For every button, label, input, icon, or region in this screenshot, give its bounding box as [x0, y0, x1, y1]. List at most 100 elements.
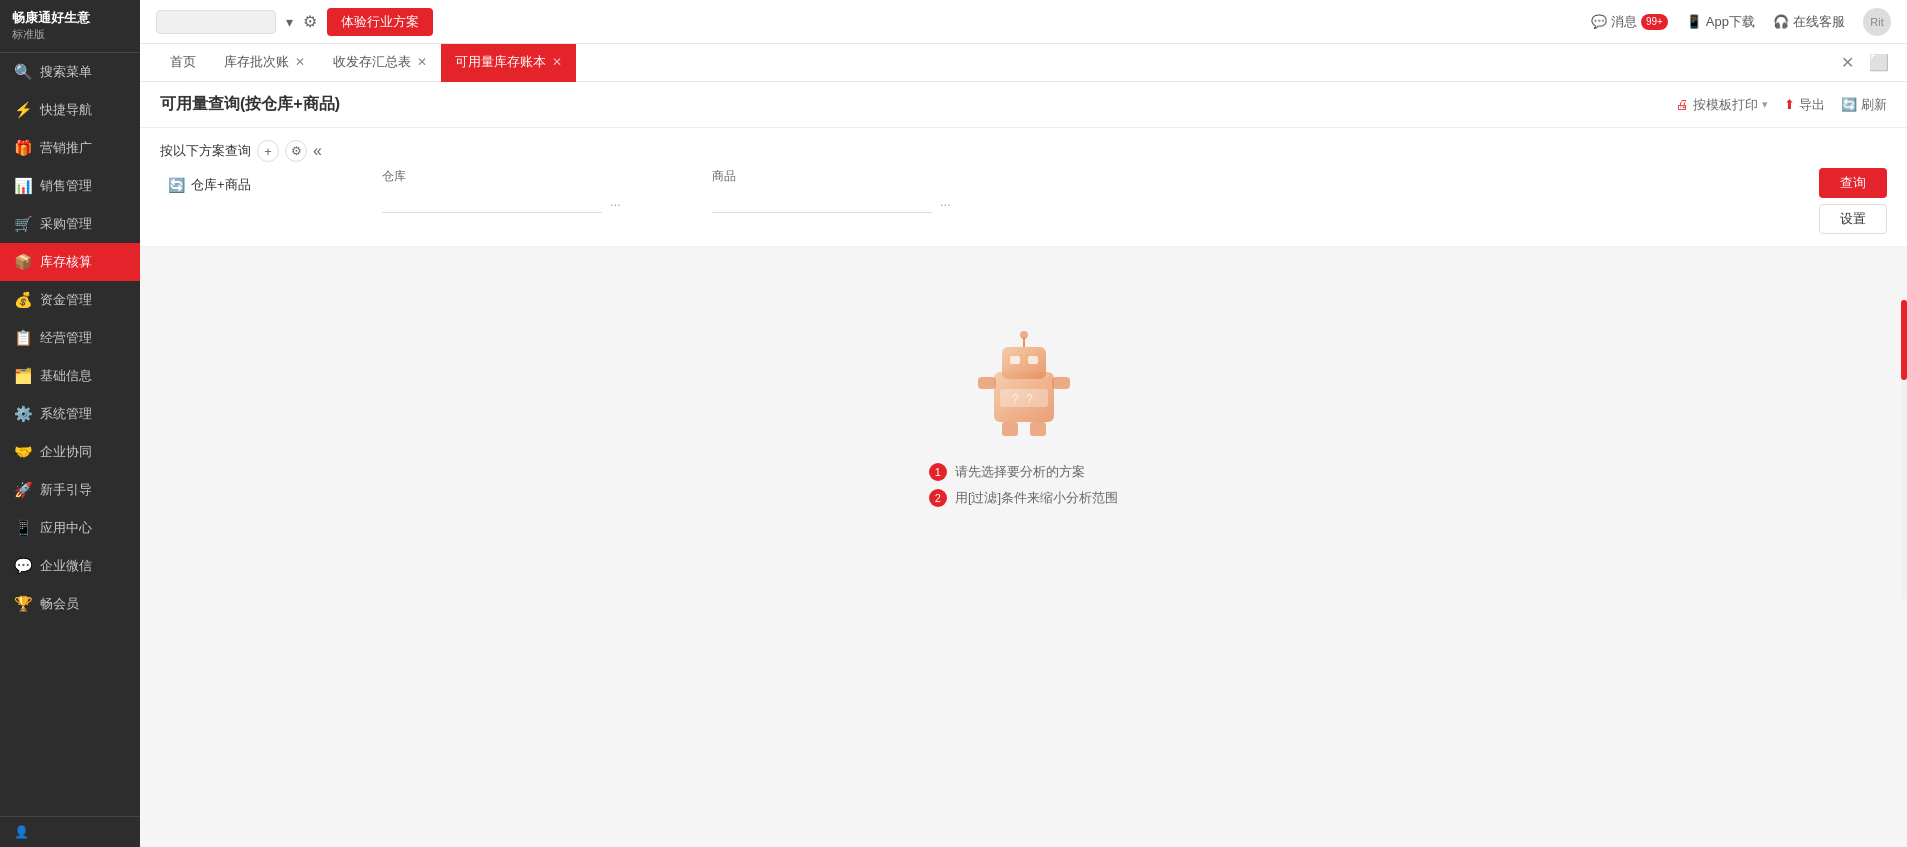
- dropdown-icon[interactable]: ▾: [286, 14, 293, 30]
- tab-available-ledger[interactable]: 可用量库存账本 ✕: [441, 44, 576, 82]
- sidebar-item-label: 快捷导航: [40, 101, 92, 119]
- message-icon: 💬: [1591, 14, 1607, 29]
- sidebar-item-inventory[interactable]: 📦 库存核算: [0, 243, 140, 281]
- app-version: 标准版: [12, 27, 128, 42]
- goods-label: 商品: [712, 168, 1012, 185]
- print-dropdown-icon[interactable]: ▾: [1762, 98, 1768, 111]
- tabs-bar: 首页 库存批次账 ✕ 收发存汇总表 ✕ 可用量库存账本 ✕ ✕ ⬜: [140, 44, 1907, 82]
- svg-rect-2: [1010, 356, 1020, 364]
- scrollbar-thumb[interactable]: [1901, 300, 1907, 380]
- message-badge: 99+: [1641, 14, 1668, 30]
- sidebar-item-marketing[interactable]: 🎁 营销推广: [0, 129, 140, 167]
- window-maximize-button[interactable]: ⬜: [1867, 51, 1891, 75]
- message-label: 消息: [1611, 13, 1637, 31]
- inventory-icon: 📦: [14, 253, 32, 271]
- page-title: 可用量查询(按仓库+商品): [160, 94, 340, 115]
- appstore-icon: 📱: [14, 519, 32, 537]
- app-download-button[interactable]: 📱 App下载: [1686, 13, 1755, 31]
- sidebar-item-basic[interactable]: 🗂️ 基础信息: [0, 357, 140, 395]
- export-button[interactable]: ⬆ 导出: [1784, 96, 1825, 114]
- tabs-window-buttons: ✕ ⬜: [1835, 51, 1891, 75]
- tab-receive-summary-close[interactable]: ✕: [417, 55, 427, 69]
- print-icon: 🖨: [1676, 97, 1689, 112]
- tab-receive-summary[interactable]: 收发存汇总表 ✕: [319, 44, 441, 82]
- phone-icon: 📱: [1686, 14, 1702, 29]
- scrollbar-track[interactable]: [1901, 300, 1907, 600]
- user-avatar[interactable]: Rit: [1863, 8, 1891, 36]
- print-button[interactable]: 🖨 按模板打印 ▾: [1676, 96, 1768, 114]
- warehouse-more-button[interactable]: ...: [610, 194, 621, 209]
- sidebar-item-label: 畅会员: [40, 595, 79, 613]
- tip-text-2: 用[过滤]条件来缩小分析范围: [955, 489, 1118, 507]
- sidebar-item-shortcut[interactable]: ⚡ 快捷导航: [0, 91, 140, 129]
- svg-rect-7: [1030, 422, 1046, 436]
- empty-tips: 1 请先选择要分析的方案 2 用[过滤]条件来缩小分析范围: [929, 463, 1118, 507]
- message-button[interactable]: 💬 消息 99+: [1591, 13, 1668, 31]
- sidebar-item-label: 资金管理: [40, 291, 92, 309]
- avatar-text: Rit: [1870, 16, 1883, 28]
- wechat-icon: 💬: [14, 557, 32, 575]
- sidebar-bottom[interactable]: 👤: [0, 816, 140, 847]
- filter-right-buttons: 查询 设置: [1819, 140, 1887, 234]
- sidebar-item-operations[interactable]: 📋 经营管理: [0, 319, 140, 357]
- sidebar-item-appstore[interactable]: 📱 应用中心: [0, 509, 140, 547]
- sidebar-item-member[interactable]: 🏆 畅会员: [0, 585, 140, 623]
- sidebar-item-purchase[interactable]: 🛒 采购管理: [0, 205, 140, 243]
- sidebar-item-sales[interactable]: 📊 销售管理: [0, 167, 140, 205]
- query-button[interactable]: 查询: [1819, 168, 1887, 198]
- purchase-icon: 🛒: [14, 215, 32, 233]
- online-service-button[interactable]: 🎧 在线客服: [1773, 13, 1845, 31]
- sidebar-item-label: 经营管理: [40, 329, 92, 347]
- sidebar-item-label: 企业协同: [40, 443, 92, 461]
- sidebar-item-finance[interactable]: 💰 资金管理: [0, 281, 140, 319]
- filter-warehouse-field: 仓库 ...: [382, 168, 682, 213]
- sidebar-item-label: 应用中心: [40, 519, 92, 537]
- filter-scheme-item[interactable]: 🔄 仓库+商品: [160, 172, 259, 198]
- basic-icon: 🗂️: [14, 367, 32, 385]
- tab-home[interactable]: 首页: [156, 44, 210, 82]
- tab-batch-ledger[interactable]: 库存批次账 ✕: [210, 44, 319, 82]
- filter-add-button[interactable]: +: [257, 140, 279, 162]
- newbie-icon: 🚀: [14, 481, 32, 499]
- sidebar-item-label: 库存核算: [40, 253, 92, 271]
- tab-batch-ledger-close[interactable]: ✕: [295, 55, 305, 69]
- scheme-icon: 🔄: [168, 177, 185, 193]
- goods-more-button[interactable]: ...: [940, 194, 951, 209]
- search-input[interactable]: [156, 10, 276, 34]
- system-icon: ⚙️: [14, 405, 32, 423]
- window-close-button[interactable]: ✕: [1835, 51, 1859, 75]
- sidebar-item-label: 采购管理: [40, 215, 92, 233]
- sidebar-item-system[interactable]: ⚙️ 系统管理: [0, 395, 140, 433]
- empty-tip-2: 2 用[过滤]条件来缩小分析范围: [929, 489, 1118, 507]
- sidebar-item-newbie[interactable]: 🚀 新手引导: [0, 471, 140, 509]
- content-area: 可用量查询(按仓库+商品) 🖨 按模板打印 ▾ ⬆ 导出 🔄 刷新: [140, 82, 1907, 847]
- sidebar-item-search[interactable]: 🔍 搜索菜单: [0, 53, 140, 91]
- tab-home-label: 首页: [170, 53, 196, 71]
- sidebar-item-enterprise[interactable]: 🤝 企业协同: [0, 433, 140, 471]
- trial-button[interactable]: 体验行业方案: [327, 8, 433, 36]
- warehouse-input[interactable]: [382, 189, 602, 213]
- sidebar-item-label: 基础信息: [40, 367, 92, 385]
- app-name: 畅康通好生意: [12, 10, 128, 27]
- tab-available-ledger-close[interactable]: ✕: [552, 55, 562, 69]
- sidebar-item-wechat[interactable]: 💬 企业微信: [0, 547, 140, 585]
- sales-icon: 📊: [14, 177, 32, 195]
- filter-collapse-button[interactable]: «: [313, 142, 322, 160]
- refresh-button[interactable]: 🔄 刷新: [1841, 96, 1887, 114]
- gear-icon[interactable]: ⚙: [303, 12, 317, 31]
- tab-available-ledger-label: 可用量库存账本: [455, 53, 546, 71]
- tab-receive-summary-label: 收发存汇总表: [333, 53, 411, 71]
- svg-text:?: ?: [1026, 392, 1033, 406]
- empty-illustration: ? ?: [964, 327, 1084, 447]
- settings-action-button[interactable]: 设置: [1819, 204, 1887, 234]
- sidebar-item-label: 营销推广: [40, 139, 92, 157]
- empty-state: ? ? 1 请先选择要分析的方案 2 用[过滤]条件来缩小分析范围: [140, 247, 1907, 587]
- sidebar-item-label: 企业微信: [40, 557, 92, 575]
- filter-goods-field: 商品 ...: [712, 168, 1012, 213]
- goods-input[interactable]: [712, 189, 932, 213]
- svg-rect-1: [1002, 347, 1046, 379]
- tip-num-1: 1: [929, 463, 947, 481]
- empty-tip-1: 1 请先选择要分析的方案: [929, 463, 1118, 481]
- app-download-label: App下载: [1706, 13, 1755, 31]
- filter-settings-button[interactable]: ⚙: [285, 140, 307, 162]
